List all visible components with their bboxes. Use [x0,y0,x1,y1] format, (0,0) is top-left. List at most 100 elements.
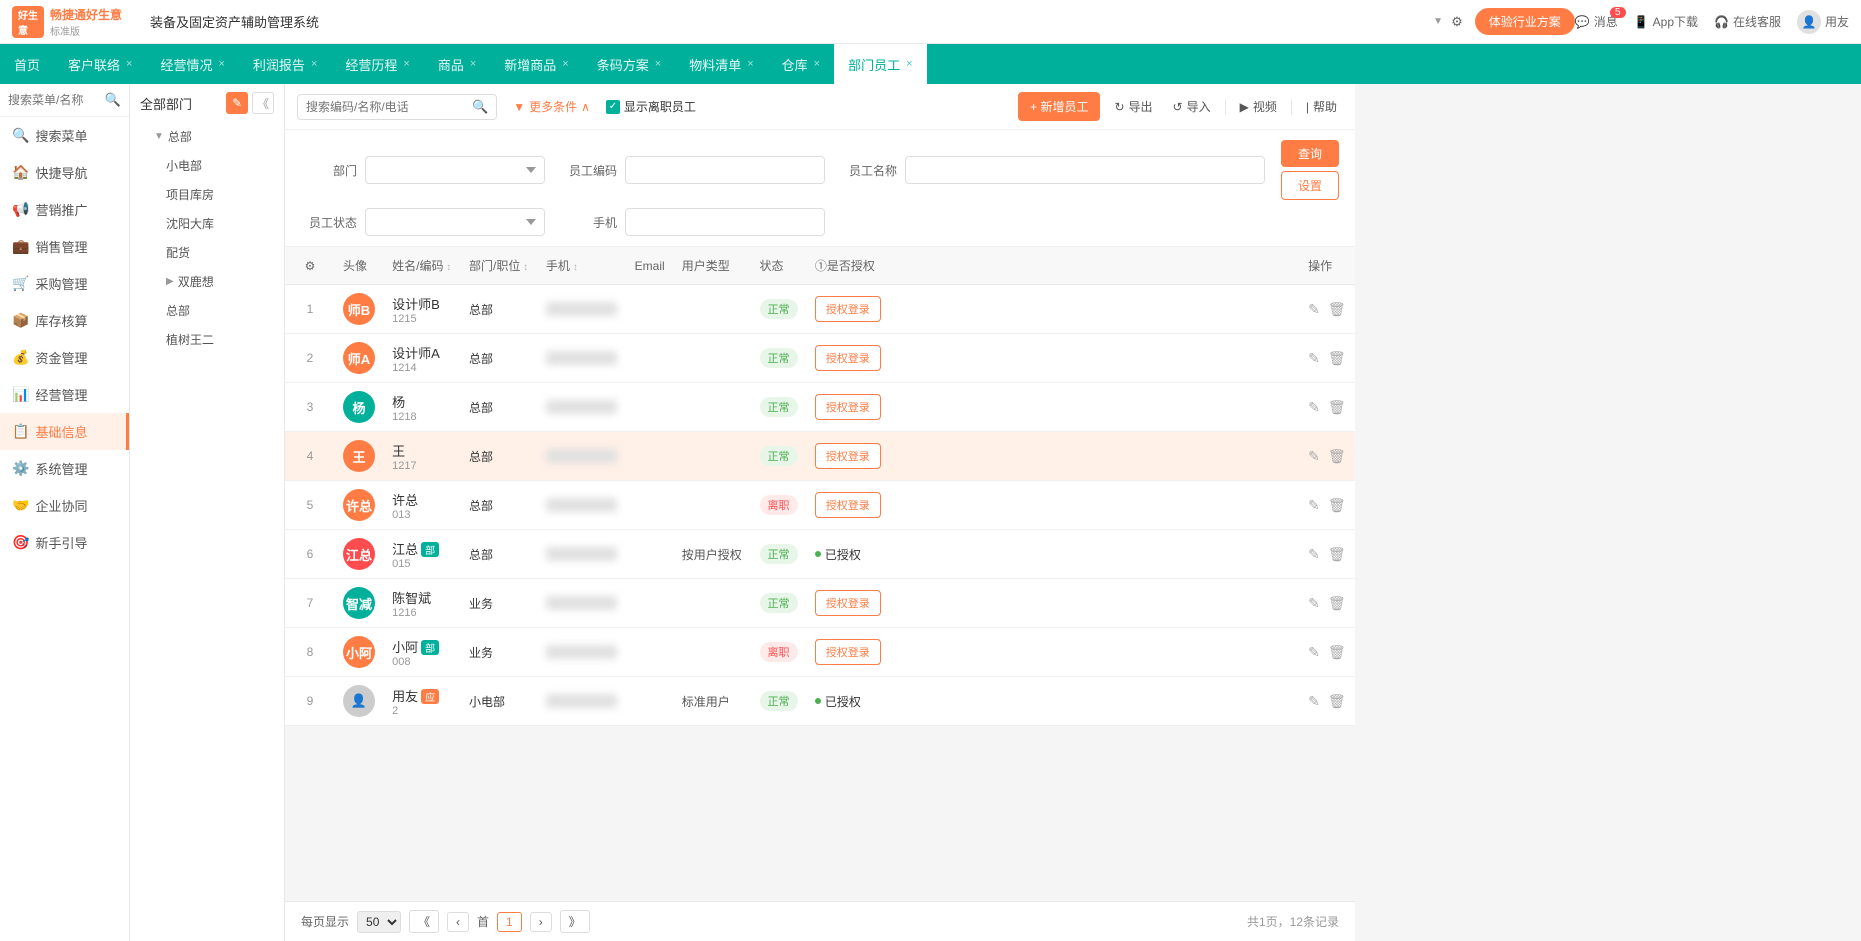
edit-icon[interactable]: ✎ [1308,497,1320,514]
dept-item-总部[interactable]: 总部 [130,296,284,325]
auth-login-btn[interactable]: 授权登录 [815,345,881,371]
dept-item-总部[interactable]: ▼总部 [130,122,284,151]
delete-icon[interactable]: 🗑 [1328,448,1346,465]
auth-login-btn[interactable]: 授权登录 [815,443,881,469]
sidebar-item-新手引导[interactable]: 🎯新手引导 [0,524,129,561]
delete-icon[interactable]: 🗑 [1328,693,1346,710]
auth-login-btn[interactable]: 授权登录 [815,296,881,322]
nav-close-icon[interactable]: × [655,58,661,70]
online-service-btn[interactable]: 🎧 在线客服 [1714,13,1781,30]
nav-close-icon[interactable]: × [906,58,912,70]
col-settings[interactable]: ⚙ [285,247,335,285]
view-btn[interactable]: ▶ 视频 [1234,94,1283,119]
sidebar-item-快捷导航[interactable]: 🏠快捷导航 [0,154,129,191]
delete-icon[interactable]: 🗑 [1328,350,1346,367]
first-page-btn[interactable]: 《 [409,910,439,933]
gear-icon[interactable]: ⚙ [1451,14,1463,30]
dept-item-配货[interactable]: 配货 [130,238,284,267]
nav-item-新增商品[interactable]: 新增商品× [490,44,582,84]
sidebar-item-销售管理[interactable]: 💼销售管理 [0,228,129,265]
col-name-code[interactable]: 姓名/编码 [384,247,461,285]
nav-item-商品[interactable]: 商品× [424,44,490,84]
auth-login-btn[interactable]: 授权登录 [815,590,881,616]
nav-close-icon[interactable]: × [562,58,568,70]
nav-item-经营情况[interactable]: 经营情况× [146,44,238,84]
filter-empcode-input[interactable] [625,156,825,184]
nav-close-icon[interactable]: × [403,58,409,70]
import-btn[interactable]: ↺ 导入 [1167,94,1217,119]
cell-num: 9 [285,677,335,726]
dept-item-植树王二[interactable]: 植树王二 [130,325,284,354]
delete-icon[interactable]: 🗑 [1328,595,1346,612]
sidebar-item-企业协同[interactable]: 🤝企业协同 [0,487,129,524]
nav-close-icon[interactable]: × [218,58,224,70]
sidebar-item-采购管理[interactable]: 🛒采购管理 [0,265,129,302]
dept-edit-icon[interactable]: ✎ [226,92,248,114]
show-resigned-toggle[interactable]: ✓ 显示离职员工 [606,98,696,115]
edit-icon[interactable]: ✎ [1308,546,1320,563]
next-page-btn[interactable]: › [530,912,552,932]
filter-dept-select[interactable] [365,156,545,184]
filter-status-select[interactable] [365,208,545,236]
user-btn[interactable]: 👤 用友 [1797,10,1849,34]
nav-close-icon[interactable]: × [126,58,132,70]
filter-btn[interactable]: ▼ 更多条件 ∧ [505,94,598,119]
nav-item-条码方案[interactable]: 条码方案× [583,44,675,84]
edit-icon[interactable]: ✎ [1308,399,1320,416]
page-size-select[interactable]: 50 [357,911,401,933]
delete-icon[interactable]: 🗑 [1328,399,1346,416]
dept-item-双鹿想[interactable]: ▶双鹿想 [130,267,284,296]
col-dept-position[interactable]: 部门/职位 [461,247,538,285]
export-btn[interactable]: ↻ 导出 [1108,94,1158,119]
auth-login-btn[interactable]: 授权登录 [815,394,881,420]
delete-icon[interactable]: 🗑 [1328,301,1346,318]
filter-phone-input[interactable] [625,208,825,236]
edit-icon[interactable]: ✎ [1308,350,1320,367]
nav-close-icon[interactable]: × [747,58,753,70]
set-button[interactable]: 设置 [1281,171,1339,200]
dept-item-小电部[interactable]: 小电部 [130,151,284,180]
auth-login-btn[interactable]: 授权登录 [815,639,881,665]
edit-icon[interactable]: ✎ [1308,693,1320,710]
auth-login-btn[interactable]: 授权登录 [815,492,881,518]
dept-item-项目库房[interactable]: 项目库房 [130,180,284,209]
delete-icon[interactable]: 🗑 [1328,546,1346,563]
nav-item-仓库[interactable]: 仓库× [768,44,834,84]
edit-icon[interactable]: ✎ [1308,301,1320,318]
edit-icon[interactable]: ✎ [1308,448,1320,465]
message-btn[interactable]: 💬 消息 5 [1575,13,1618,30]
help-btn[interactable]: | 帮助 [1300,94,1343,119]
collapse-icon[interactable]: 《 [252,92,274,114]
filter-empname-input[interactable] [905,156,1265,184]
edit-icon[interactable]: ✎ [1308,644,1320,661]
app-download-btn[interactable]: 📱 App下载 [1634,13,1698,30]
nav-close-icon[interactable]: × [311,58,317,70]
nav-item-部门员工[interactable]: 部门员工× [834,44,926,84]
nav-item-物料清单[interactable]: 物料清单× [675,44,767,84]
sidebar-item-经营管理[interactable]: 📊经营管理 [0,376,129,413]
sidebar-item-基础信息[interactable]: 📋基础信息 [0,413,129,450]
sidebar-item-库存核算[interactable]: 📦库存核算 [0,302,129,339]
sidebar-item-系统管理[interactable]: ⚙️系统管理 [0,450,129,487]
dept-item-沈阳大库[interactable]: 沈阳大库 [130,209,284,238]
nav-item-首页[interactable]: 首页 [0,44,54,84]
try-btn[interactable]: 体验行业方案 [1475,8,1575,35]
query-button[interactable]: 查询 [1281,140,1339,167]
nav-item-利润报告[interactable]: 利润报告× [239,44,331,84]
nav-close-icon[interactable]: × [814,58,820,70]
sidebar-item-资金管理[interactable]: 💰资金管理 [0,339,129,376]
search-input[interactable] [306,100,466,114]
nav-item-经营历程[interactable]: 经营历程× [331,44,423,84]
delete-icon[interactable]: 🗑 [1328,497,1346,514]
add-employee-button[interactable]: + 新增员工 [1018,92,1100,121]
nav-item-客户联络[interactable]: 客户联络× [54,44,146,84]
col-phone[interactable]: 手机 [538,247,627,285]
sidebar-search-input[interactable] [8,93,101,107]
edit-icon[interactable]: ✎ [1308,595,1320,612]
delete-icon[interactable]: 🗑 [1328,644,1346,661]
nav-close-icon[interactable]: × [470,58,476,70]
sidebar-item-搜索菜单[interactable]: 🔍搜索菜单 [0,117,129,154]
prev-page-btn[interactable]: ‹ [447,912,469,932]
sidebar-item-营销推广[interactable]: 📢营销推广 [0,191,129,228]
last-page-btn[interactable]: 》 [560,910,590,933]
